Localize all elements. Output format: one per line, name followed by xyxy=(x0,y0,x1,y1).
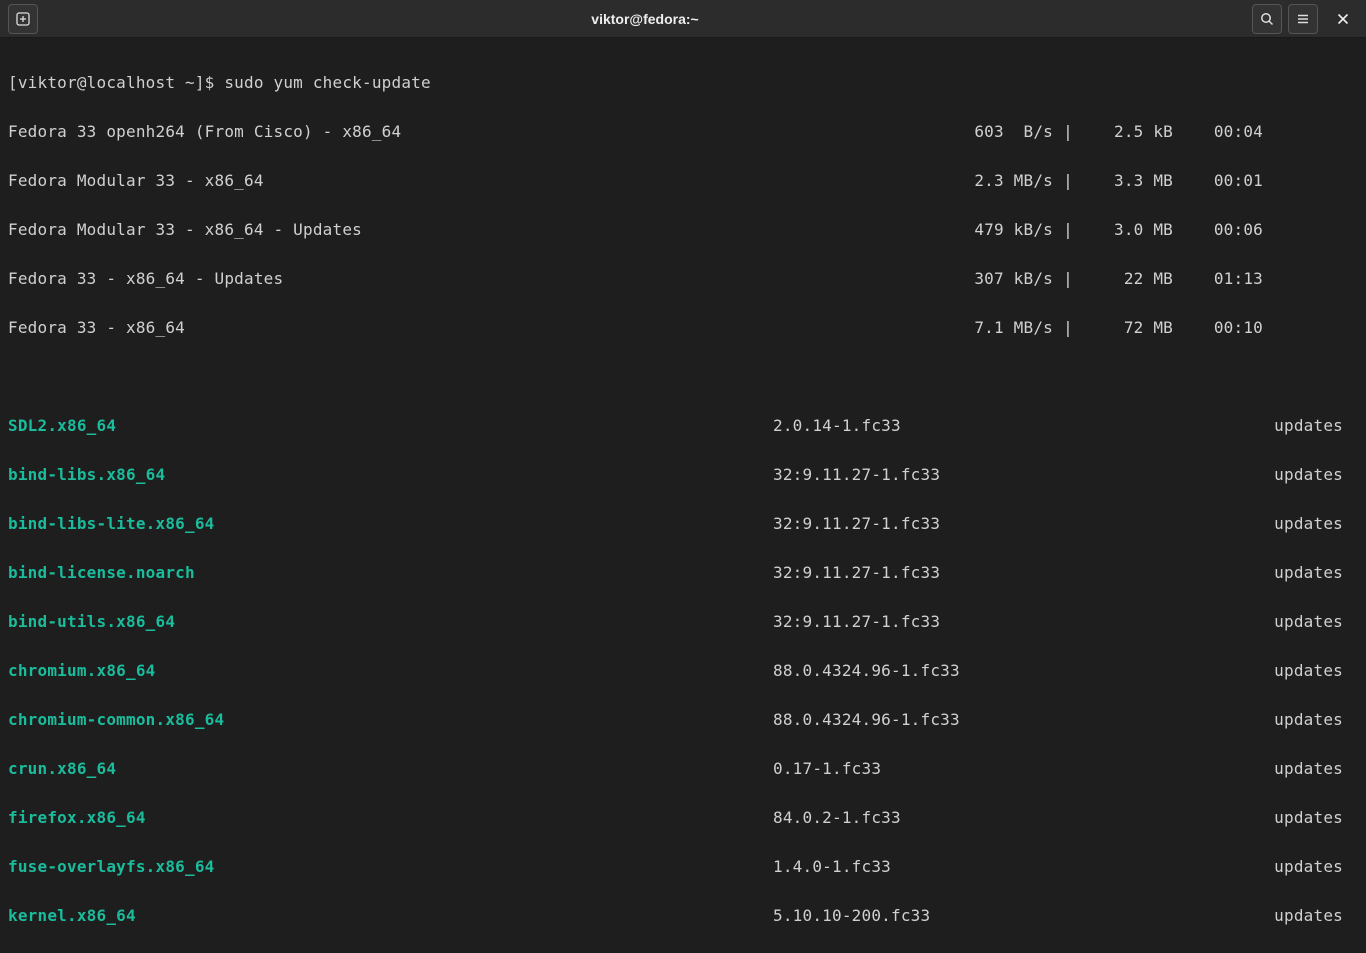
package-name: bind-libs-lite.x86_64 xyxy=(8,512,773,537)
search-button[interactable] xyxy=(1252,4,1282,34)
download-time: 00:06 xyxy=(1173,218,1303,243)
package-repo: updates xyxy=(1263,904,1343,929)
package-version: 5.10.10-200.fc33 xyxy=(773,904,1263,929)
package-version: 88.0.4324.96-1.fc33 xyxy=(773,708,1263,733)
new-tab-icon xyxy=(16,12,30,26)
download-size: 3.0 MB xyxy=(1083,218,1173,243)
package-name: bind-license.noarch xyxy=(8,561,773,586)
pipe-sep: | xyxy=(1053,218,1083,243)
pipe-sep: | xyxy=(1053,316,1083,341)
blank-line xyxy=(8,365,1358,390)
download-time: 01:13 xyxy=(1173,267,1303,292)
hamburger-icon xyxy=(1296,12,1310,26)
package-name: bind-utils.x86_64 xyxy=(8,610,773,635)
package-repo: updates xyxy=(1263,463,1343,488)
package-version: 84.0.2-1.fc33 xyxy=(773,806,1263,831)
menu-button[interactable] xyxy=(1288,4,1318,34)
package-version: 32:9.11.27-1.fc33 xyxy=(773,561,1263,586)
close-icon xyxy=(1337,13,1349,25)
package-version: 32:9.11.27-1.fc33 xyxy=(773,512,1263,537)
download-row: Fedora 33 - x86_647.1 MB/s| 72 MB00:10 xyxy=(8,316,1358,341)
download-size: 72 MB xyxy=(1083,316,1173,341)
package-row: chromium.x86_6488.0.4324.96-1.fc33update… xyxy=(8,659,1358,684)
package-repo: updates xyxy=(1263,561,1343,586)
download-size: 2.5 kB xyxy=(1083,120,1173,145)
package-row: chromium-common.x86_6488.0.4324.96-1.fc3… xyxy=(8,708,1358,733)
package-version: 0.17-1.fc33 xyxy=(773,757,1263,782)
download-rate: 2.3 MB/s xyxy=(953,169,1053,194)
package-name: chromium-common.x86_64 xyxy=(8,708,773,733)
download-rate: 479 kB/s xyxy=(953,218,1053,243)
download-size: 22 MB xyxy=(1083,267,1173,292)
titlebar-right-group xyxy=(1252,4,1318,34)
download-rate: 307 kB/s xyxy=(953,267,1053,292)
titlebar: viktor@fedora:~ xyxy=(0,0,1366,38)
package-repo: updates xyxy=(1263,414,1343,439)
download-time: 00:04 xyxy=(1173,120,1303,145)
download-row: Fedora Modular 33 - x86_64 - Updates479 … xyxy=(8,218,1358,243)
package-version: 1.4.0-1.fc33 xyxy=(773,855,1263,880)
repo-name: Fedora 33 - x86_64 - Updates xyxy=(8,267,953,292)
new-tab-button[interactable] xyxy=(8,4,38,34)
package-name: bind-libs.x86_64 xyxy=(8,463,773,488)
download-rate: 603 B/s xyxy=(953,120,1053,145)
package-name: chromium.x86_64 xyxy=(8,659,773,684)
download-row: Fedora 33 - x86_64 - Updates307 kB/s| 22… xyxy=(8,267,1358,292)
package-name: firefox.x86_64 xyxy=(8,806,773,831)
package-name: fuse-overlayfs.x86_64 xyxy=(8,855,773,880)
package-version: 2.0.14-1.fc33 xyxy=(773,414,1263,439)
package-repo: updates xyxy=(1263,757,1343,782)
prompt-line: [viktor@localhost ~]$ sudo yum check-upd… xyxy=(8,71,1358,96)
package-version: 88.0.4324.96-1.fc33 xyxy=(773,659,1263,684)
package-row: firefox.x86_6484.0.2-1.fc33updates xyxy=(8,806,1358,831)
pipe-sep: | xyxy=(1053,169,1083,194)
repo-name: Fedora 33 openh264 (From Cisco) - x86_64 xyxy=(8,120,953,145)
package-row: bind-license.noarch32:9.11.27-1.fc33upda… xyxy=(8,561,1358,586)
package-version: 32:9.11.27-1.fc33 xyxy=(773,610,1263,635)
repo-name: Fedora Modular 33 - x86_64 - Updates xyxy=(8,218,953,243)
prompt: [viktor@localhost ~]$ xyxy=(8,73,224,92)
download-row: Fedora 33 openh264 (From Cisco) - x86_64… xyxy=(8,120,1358,145)
download-row: Fedora Modular 33 - x86_642.3 MB/s|3.3 M… xyxy=(8,169,1358,194)
download-rate: 7.1 MB/s xyxy=(953,316,1053,341)
package-row: kernel.x86_645.10.10-200.fc33updates xyxy=(8,904,1358,929)
window-title: viktor@fedora:~ xyxy=(38,11,1252,27)
package-row: crun.x86_640.17-1.fc33updates xyxy=(8,757,1358,782)
package-repo: updates xyxy=(1263,610,1343,635)
package-row: fuse-overlayfs.x86_641.4.0-1.fc33updates xyxy=(8,855,1358,880)
download-time: 00:01 xyxy=(1173,169,1303,194)
repo-name: Fedora 33 - x86_64 xyxy=(8,316,953,341)
download-size: 3.3 MB xyxy=(1083,169,1173,194)
package-repo: updates xyxy=(1263,659,1343,684)
package-row: bind-libs-lite.x86_6432:9.11.27-1.fc33up… xyxy=(8,512,1358,537)
close-button[interactable] xyxy=(1328,4,1358,34)
command-text: sudo yum check-update xyxy=(224,73,431,92)
package-name: crun.x86_64 xyxy=(8,757,773,782)
package-name: SDL2.x86_64 xyxy=(8,414,773,439)
repo-name: Fedora Modular 33 - x86_64 xyxy=(8,169,953,194)
pipe-sep: | xyxy=(1053,120,1083,145)
pipe-sep: | xyxy=(1053,267,1083,292)
titlebar-left-group xyxy=(8,4,38,34)
package-name: kernel.x86_64 xyxy=(8,904,773,929)
download-time: 00:10 xyxy=(1173,316,1303,341)
package-repo: updates xyxy=(1263,855,1343,880)
package-version: 32:9.11.27-1.fc33 xyxy=(773,463,1263,488)
terminal-output[interactable]: [viktor@localhost ~]$ sudo yum check-upd… xyxy=(0,38,1366,953)
package-row: bind-utils.x86_6432:9.11.27-1.fc33update… xyxy=(8,610,1358,635)
package-repo: updates xyxy=(1263,708,1343,733)
package-repo: updates xyxy=(1263,512,1343,537)
search-icon xyxy=(1260,12,1274,26)
package-row: bind-libs.x86_6432:9.11.27-1.fc33updates xyxy=(8,463,1358,488)
package-repo: updates xyxy=(1263,806,1343,831)
package-row: SDL2.x86_642.0.14-1.fc33updates xyxy=(8,414,1358,439)
